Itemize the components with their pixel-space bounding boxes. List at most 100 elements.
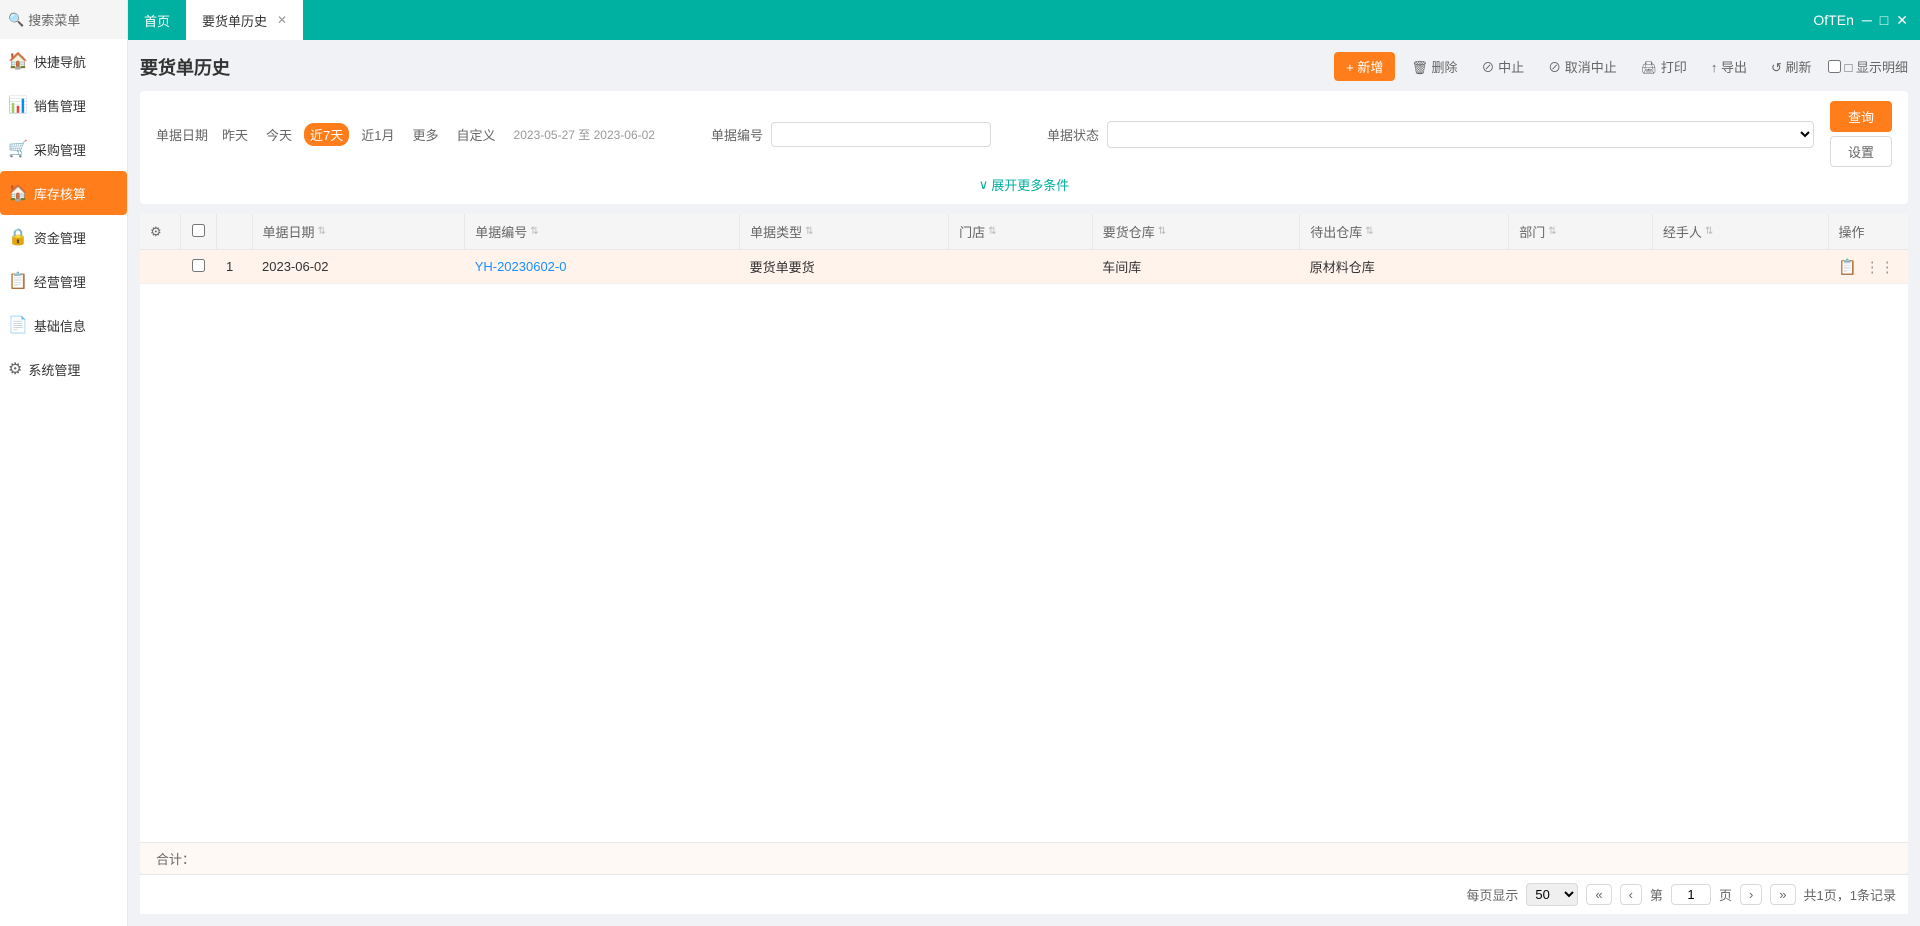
prev-page-button[interactable]: ‹ <box>1620 884 1642 905</box>
row-seq-cell: 1 <box>216 250 252 284</box>
row-doc-number-cell: YH-20230602-0 <box>465 250 740 284</box>
sidebar-item-purchase[interactable]: 🛒 采购管理 <box>0 127 127 171</box>
tab-home-label: 首页 <box>144 11 170 30</box>
display-detail-checkbox[interactable] <box>1828 60 1841 73</box>
row-store-cell <box>949 250 1093 284</box>
col-pending-warehouse[interactable]: 待出仓库 ⇅ <box>1300 214 1509 250</box>
expand-label: 展开更多条件 <box>991 175 1069 194</box>
col-store-label: 门店 <box>959 222 985 241</box>
col-department[interactable]: 部门 ⇅ <box>1509 214 1653 250</box>
maximize-icon[interactable]: □ <box>1880 12 1888 28</box>
sidebar-item-sales[interactable]: 📊 销售管理 <box>0 83 127 127</box>
sort-icon: ⇅ <box>530 226 538 237</box>
tab-order-history[interactable]: 要货单历史 ✕ <box>186 0 303 40</box>
col-store[interactable]: 门店 ⇅ <box>949 214 1093 250</box>
sidebar-item-operations[interactable]: 📋 经营管理 <box>0 259 127 303</box>
date-opt-today[interactable]: 今天 <box>260 123 298 146</box>
row-doc-number-link[interactable]: YH-20230602-0 <box>475 259 567 274</box>
per-page-select[interactable]: 20 50 100 <box>1526 883 1578 906</box>
doc-number-filter-group: 单据编号 <box>711 122 991 147</box>
settings-icon[interactable]: ⚙ <box>150 224 162 239</box>
sort-icon: ⇅ <box>1548 226 1556 237</box>
sidebar-item-inventory[interactable]: 🏠 库存核算 <box>0 171 127 215</box>
date-options: 昨天 今天 近7天 近1月 更多 自定义 <box>216 123 502 146</box>
table-empty-space <box>140 284 1908 842</box>
cancel-stop-button[interactable]: ⊘ 取消中止 <box>1540 52 1625 81</box>
col-pending-warehouse-label: 待出仓库 <box>1310 222 1362 241</box>
page-number-input[interactable] <box>1671 884 1711 905</box>
document-icon: 📄 <box>8 315 28 335</box>
col-doc-number[interactable]: 单据编号 ⇅ <box>465 214 740 250</box>
col-checkbox <box>180 214 216 250</box>
stop-button[interactable]: ⊘ 中止 <box>1474 52 1533 81</box>
date-opt-7days[interactable]: 近7天 <box>304 123 349 146</box>
sort-icon: ⇅ <box>1158 226 1166 237</box>
col-handler[interactable]: 经手人 ⇅ <box>1652 214 1828 250</box>
row-doc-date-cell: 2023-06-02 <box>252 250 465 284</box>
refresh-button[interactable]: ↺ 刷新 <box>1763 52 1820 81</box>
col-request-warehouse[interactable]: 要货仓库 ⇅ <box>1092 214 1300 250</box>
print-button[interactable]: 🖨 打印 <box>1633 52 1695 81</box>
row-checkbox-cell <box>180 250 216 284</box>
sidebar-item-finance[interactable]: 🔒 资金管理 <box>0 215 127 259</box>
col-doc-date[interactable]: 单据日期 ⇅ <box>252 214 465 250</box>
next-page-button[interactable]: › <box>1740 884 1762 905</box>
sidebar-item-label: 系统管理 <box>28 360 80 379</box>
query-button[interactable]: 查询 <box>1830 101 1892 132</box>
delete-button[interactable]: 🗑 删除 <box>1403 52 1465 81</box>
edit-icon[interactable]: 📋 <box>1838 258 1857 276</box>
date-opt-custom[interactable]: 自定义 <box>451 123 502 146</box>
row-checkbox[interactable] <box>192 259 205 272</box>
date-range-display: 2023-05-27 至 2023-06-02 <box>514 126 655 143</box>
row-request-warehouse-cell: 车间库 <box>1092 250 1300 284</box>
page-label: 页 <box>1719 885 1732 904</box>
row-seq: 1 <box>226 259 233 274</box>
date-opt-1month[interactable]: 近1月 <box>355 123 400 146</box>
content-wrapper: 要货单历史 + 新增 🗑 删除 ⊘ 中止 ⊘ 取消中止 🖨 打印 ↑ 导出 ↺ … <box>128 40 1920 926</box>
new-button[interactable]: + 新增 <box>1334 52 1395 81</box>
sidebar-item-basic-info[interactable]: 📄 基础信息 <box>0 303 127 347</box>
tab-home[interactable]: 首页 <box>128 0 186 40</box>
chevron-down-icon: ∨ <box>979 177 989 193</box>
per-page-label: 每页显示 <box>1466 885 1518 904</box>
col-action: 操作 <box>1828 214 1908 250</box>
status-select[interactable] <box>1107 121 1814 148</box>
first-page-button[interactable]: « <box>1586 884 1611 905</box>
select-all-checkbox[interactable] <box>192 224 205 237</box>
chart-icon: 📊 <box>8 95 28 115</box>
close-icon[interactable]: ✕ <box>1896 12 1908 29</box>
sort-icon: ⇅ <box>988 226 996 237</box>
sidebar-item-label: 销售管理 <box>34 96 86 115</box>
sidebar-item-label: 经营管理 <box>34 272 86 291</box>
filter-row-1: 单据日期 昨天 今天 近7天 近1月 更多 自定义 2023-05-27 至 2… <box>156 101 1892 167</box>
sidebar-item-label: 基础信息 <box>34 316 86 335</box>
sort-icon: ⇅ <box>805 226 813 237</box>
date-opt-yesterday[interactable]: 昨天 <box>216 123 254 146</box>
sidebar-search[interactable]: 🔍 搜索菜单 <box>0 0 127 39</box>
filter-settings-button[interactable]: 设置 <box>1830 136 1892 167</box>
table-container: ⚙ 单据日期 ⇅ <box>140 214 1908 874</box>
doc-number-input[interactable] <box>771 122 991 147</box>
sort-icon: ⇅ <box>1705 226 1713 237</box>
expand-button[interactable]: ∨ 展开更多条件 <box>979 175 1070 194</box>
minimize-icon[interactable]: ─ <box>1862 12 1872 28</box>
col-settings[interactable]: ⚙ <box>140 214 180 250</box>
table-header-row: ⚙ 单据日期 ⇅ <box>140 214 1908 250</box>
export-button[interactable]: ↑ 导出 <box>1703 52 1755 81</box>
sidebar-item-quick-nav[interactable]: 🏠 快捷导航 <box>0 39 127 83</box>
sidebar-item-label: 快捷导航 <box>34 52 86 71</box>
doc-number-label: 单据编号 <box>711 125 763 144</box>
more-icon[interactable]: ⋮⋮ <box>1865 258 1895 276</box>
col-doc-type[interactable]: 单据类型 ⇅ <box>740 214 949 250</box>
last-page-button[interactable]: » <box>1770 884 1795 905</box>
display-detail-toggle[interactable]: □ 显示明细 <box>1828 57 1908 76</box>
date-opt-more[interactable]: 更多 <box>407 123 445 146</box>
sidebar-item-system[interactable]: ⚙ 系统管理 <box>0 347 127 391</box>
row-doc-type-cell: 要货单要货 <box>740 250 949 284</box>
clipboard-icon: 📋 <box>8 271 28 291</box>
display-detail-label: □ 显示明细 <box>1845 57 1908 76</box>
main-area: 首页 要货单历史 ✕ OfTEn ─ □ ✕ 要货单历史 + 新增 🗑 删除 ⊘… <box>128 0 1920 926</box>
tab-close-icon[interactable]: ✕ <box>277 13 287 27</box>
table-row: 1 2023-06-02 YH-20230602-0 要货单要货 <box>140 250 1908 284</box>
col-seq <box>216 214 252 250</box>
